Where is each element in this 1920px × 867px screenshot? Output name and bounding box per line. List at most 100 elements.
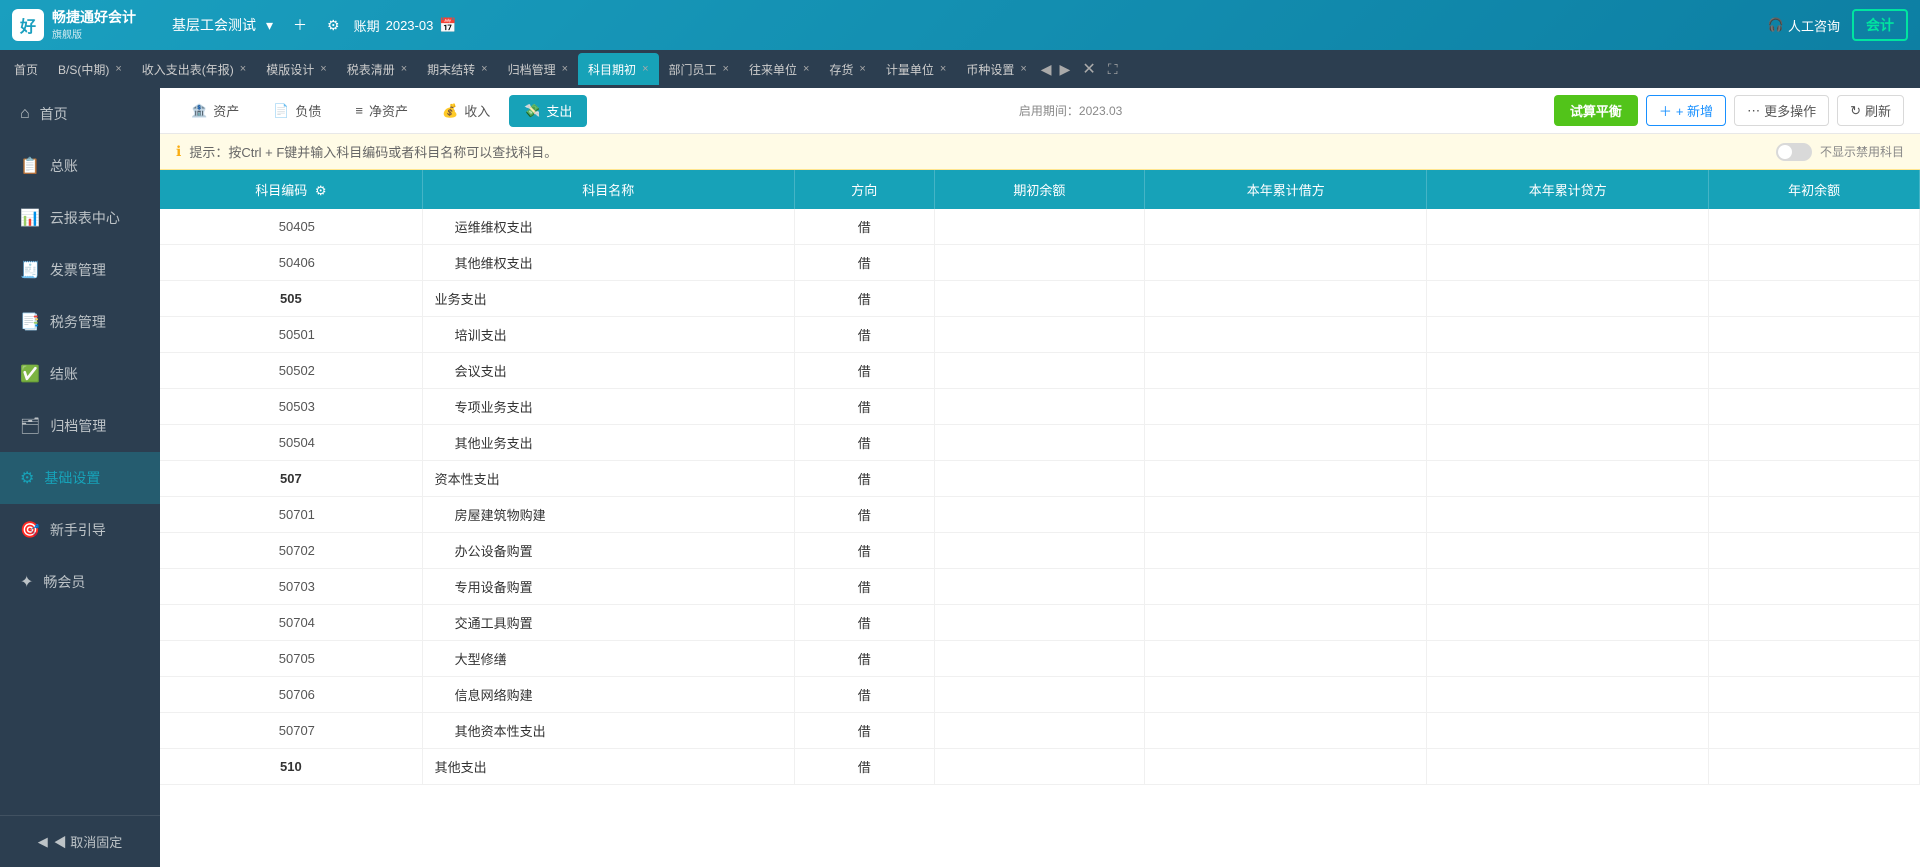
cell-direction: 借 (794, 317, 934, 353)
table-row[interactable]: 50502会议支出借 (160, 353, 1920, 389)
tab-close-inventory[interactable]: × (859, 63, 865, 75)
table-row[interactable]: 50501培训支出借 (160, 317, 1920, 353)
collapse-label: ◀ 取消固定 (54, 832, 123, 851)
tab-bar: 首页 B/S(中期) × 收入支出表(年报) × 模版设计 × 税表清册 × 期… (0, 50, 1920, 88)
sidebar-item-ledger[interactable]: 📋 总账 (0, 140, 160, 192)
table-row[interactable]: 50706信息网络购建借 (160, 677, 1920, 713)
sub-tab-expense[interactable]: 💸 支出 (509, 95, 587, 127)
home-icon: ⌂ (20, 105, 30, 123)
tab-close-template[interactable]: × (320, 63, 326, 75)
sidebar-label-home: 首页 (40, 104, 68, 124)
cell-name: 专用设备购置 (422, 569, 794, 605)
table-row[interactable]: 50405运维维权支出借 (160, 209, 1920, 245)
col-header-opening: 期初余额 (934, 170, 1145, 209)
table-row[interactable]: 50707其他资本性支出借 (160, 713, 1920, 749)
tab-close-subject-init[interactable]: × (642, 63, 648, 75)
tab-nav-prev[interactable]: ◀ (1037, 57, 1056, 82)
tab-subject-init[interactable]: 科目期初 × (578, 53, 658, 85)
cell-ytd-credit (1427, 425, 1709, 461)
tab-currency[interactable]: 币种设置 × (956, 53, 1036, 85)
tab-close-period-end[interactable]: × (481, 63, 487, 75)
sub-tab-equity[interactable]: ≡ 净资产 (340, 95, 423, 127)
company-dropdown-btn[interactable]: ▾ (260, 13, 279, 38)
logo-icon: 好 (12, 9, 44, 41)
table-row[interactable]: 50701房屋建筑物购建借 (160, 497, 1920, 533)
cell-ytd-credit (1427, 461, 1709, 497)
cell-ytd-debit (1145, 713, 1427, 749)
tab-close-unit[interactable]: × (940, 63, 946, 75)
tab-customer[interactable]: 往来单位 × (739, 53, 819, 85)
tab-close-department[interactable]: × (723, 63, 729, 75)
sidebar-item-archive[interactable]: 🗂 归档管理 (0, 400, 160, 452)
cell-code: 50706 (160, 677, 422, 713)
sub-tab-income[interactable]: 💰 收入 (427, 95, 505, 127)
tab-close-all-btn[interactable]: ✕ (1074, 55, 1103, 83)
add-tab-btn[interactable]: ＋ (287, 11, 313, 39)
sidebar-item-guide[interactable]: 🎯 新手引导 (0, 504, 160, 556)
sidebar-item-home[interactable]: ⌂ 首页 (0, 88, 160, 140)
sidebar-item-member[interactable]: ✦ 畅会员 (0, 556, 160, 608)
sub-tab-liabilities[interactable]: 📄 负债 (258, 95, 336, 127)
tab-tax[interactable]: 税表清册 × (337, 53, 417, 85)
tab-template[interactable]: 模版设计 × (256, 53, 336, 85)
sidebar-item-report[interactable]: 📊 云报表中心 (0, 192, 160, 244)
table-row[interactable]: 50504其他业务支出借 (160, 425, 1920, 461)
cell-name: 信息网络购建 (422, 677, 794, 713)
cell-code: 50503 (160, 389, 422, 425)
cell-opening (934, 641, 1145, 677)
sidebar-item-invoice[interactable]: 🧾 发票管理 (0, 244, 160, 296)
add-btn[interactable]: ＋ + 新增 (1646, 95, 1726, 126)
sidebar-bottom: ◀ ◀ 取消固定 (0, 803, 160, 867)
tab-close-customer[interactable]: × (803, 63, 809, 75)
sidebar-collapse-btn[interactable]: ◀ ◀ 取消固定 (0, 815, 160, 855)
table-row[interactable]: 507资本性支出借 (160, 461, 1920, 497)
cell-ytd-debit (1145, 281, 1427, 317)
more-btn[interactable]: ⋯ 更多操作 (1734, 95, 1829, 126)
sidebar-item-checkout[interactable]: ✅ 结账 (0, 348, 160, 400)
column-settings-icon[interactable]: ⚙ (315, 183, 327, 198)
table-container[interactable]: 科目编码 ⚙ 科目名称 方向 期初余额 本年累计借方 本年累计贷方 年初余额 5… (160, 170, 1920, 867)
table-row[interactable]: 505业务支出借 (160, 281, 1920, 317)
table-row[interactable]: 50406其他维权支出借 (160, 245, 1920, 281)
tab-inventory[interactable]: 存货 × (819, 53, 875, 85)
cell-name: 房屋建筑物购建 (422, 497, 794, 533)
sub-tab-assets[interactable]: 🏦 资产 (176, 95, 254, 127)
tab-period-end[interactable]: 期末结转 × (417, 53, 497, 85)
table-row[interactable]: 50703专用设备购置借 (160, 569, 1920, 605)
cell-ytd-debit (1145, 749, 1427, 785)
table-row[interactable]: 50503专项业务支出借 (160, 389, 1920, 425)
tab-income-annual[interactable]: 收入支出表(年报) × (132, 53, 256, 85)
toggle-disabled-switch[interactable] (1776, 143, 1812, 161)
table-row[interactable]: 50705大型修缮借 (160, 641, 1920, 677)
tab-department[interactable]: 部门员工 × (659, 53, 739, 85)
refresh-btn[interactable]: ↻ 刷新 (1837, 95, 1904, 126)
cell-direction: 借 (794, 677, 934, 713)
sidebar-item-tax[interactable]: 📑 税务管理 (0, 296, 160, 348)
tab-nav-next[interactable]: ▶ (1056, 57, 1075, 82)
table-row[interactable]: 510其他支出借 (160, 749, 1920, 785)
tab-bs-mid[interactable]: B/S(中期) × (48, 53, 132, 85)
table-row[interactable]: 50702办公设备购置借 (160, 533, 1920, 569)
tip-text: 提示：按Ctrl + F键并输入科目编码或者科目名称可以查找科目。 (189, 142, 557, 161)
tab-close-tax[interactable]: × (401, 63, 407, 75)
tab-close-archive[interactable]: × (562, 63, 568, 75)
tab-archive[interactable]: 归档管理 × (498, 53, 578, 85)
tab-unit[interactable]: 计量单位 × (876, 53, 956, 85)
cell-opening (934, 497, 1145, 533)
tab-close-income-annual[interactable]: × (240, 63, 246, 75)
tab-close-bs-mid[interactable]: × (115, 63, 121, 75)
sidebar-label-member: 畅会员 (43, 572, 85, 592)
cell-opening (934, 281, 1145, 317)
calendar-icon[interactable]: 📅 (439, 17, 456, 34)
account-role-btn[interactable]: 会计 (1852, 9, 1908, 41)
sidebar-item-settings[interactable]: ⚙ 基础设置 (0, 452, 160, 504)
settings-btn[interactable]: ⚙ (321, 13, 346, 38)
balance-btn[interactable]: 试算平衡 (1554, 95, 1638, 126)
cell-name: 大型修缮 (422, 641, 794, 677)
tab-home[interactable]: 首页 (4, 53, 48, 85)
tab-expand-btn[interactable]: ⛶ (1104, 57, 1122, 82)
period-display: 启用期间：2023.03 (1019, 102, 1122, 119)
table-row[interactable]: 50704交通工具购置借 (160, 605, 1920, 641)
ai-consult-btn[interactable]: 🎧 人工咨询 (1768, 16, 1840, 35)
tab-close-currency[interactable]: × (1020, 63, 1026, 75)
